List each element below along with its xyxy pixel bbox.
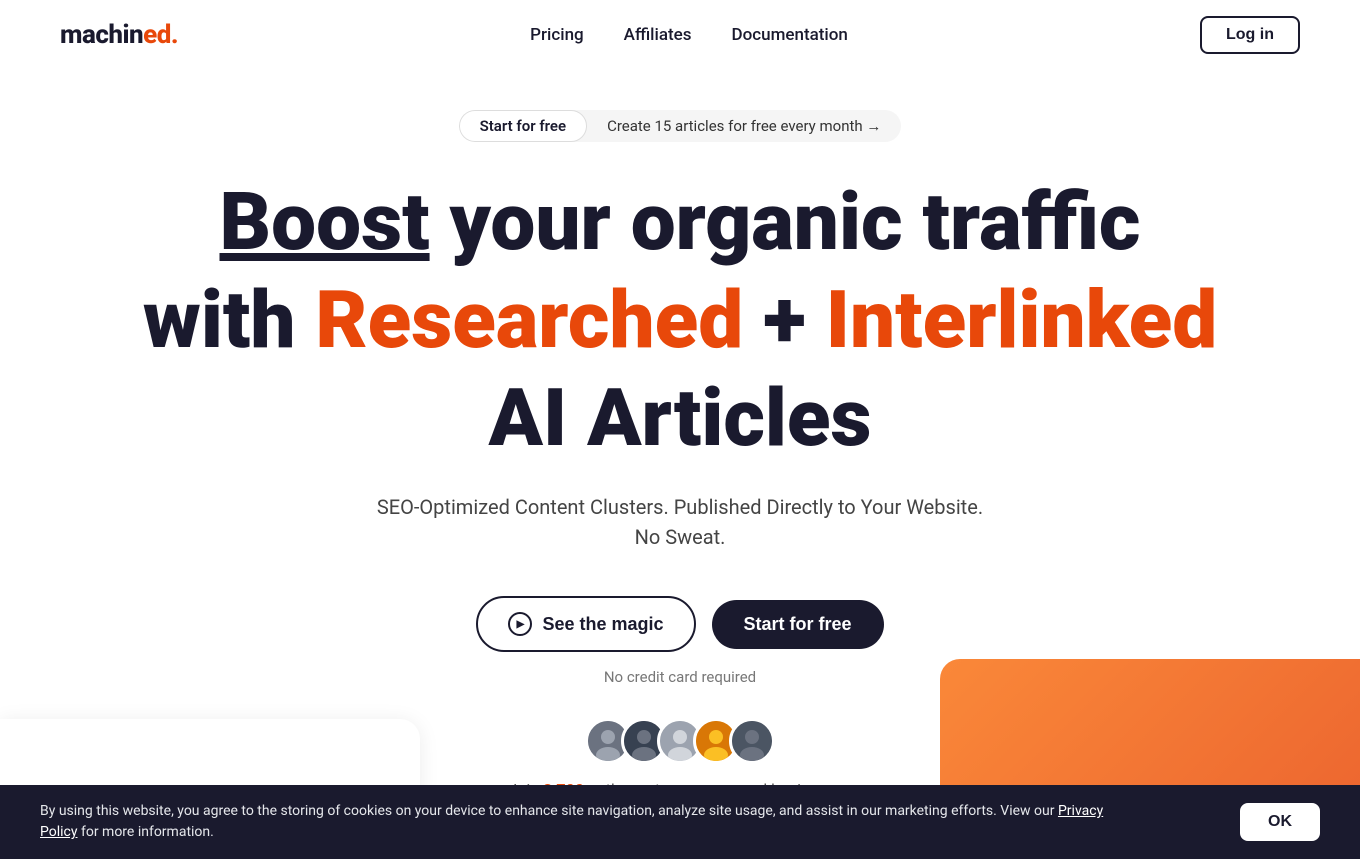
play-icon: ▶ [508,612,532,636]
start-free-button[interactable]: Start for free [712,600,884,649]
cookie-suffix: for more information. [78,824,214,840]
logo-dot: ed. [143,20,178,50]
heading-plus: + [743,273,826,367]
avatar-group [585,718,775,764]
top-banner: Start for free Create 15 articles for fr… [459,110,902,142]
cookie-message: By using this website, you agree to the … [40,803,1058,819]
heading-interlinked: Interlinked [826,273,1217,367]
hero-heading-line3: AI Articles [488,374,871,462]
hero-subtext: SEO-Optimized Content Clusters. Publishe… [370,492,990,552]
avatar-5 [729,718,775,764]
heading-boost: Boost [220,175,430,269]
navbar: machined. Pricing Affiliates Documentati… [0,0,1360,70]
cookie-banner: By using this website, you agree to the … [0,785,1360,859]
logo[interactable]: machined. [60,20,178,50]
cookie-text: By using this website, you agree to the … [40,801,1140,843]
banner-start-label: Start for free [459,110,587,142]
hero-heading-line2: with Researched + Interlinked [143,276,1218,364]
see-magic-label: See the magic [542,614,663,635]
nav-links: Pricing Affiliates Documentation [530,25,848,45]
nav-documentation[interactable]: Documentation [732,25,848,45]
cta-buttons: ▶ See the magic Start for free [476,596,883,652]
nav-affiliates[interactable]: Affiliates [624,25,692,45]
heading-with: with [143,273,316,367]
cookie-ok-button[interactable]: OK [1240,803,1320,841]
see-magic-button[interactable]: ▶ See the magic [476,596,695,652]
heading-researched: Researched [315,273,743,367]
no-credit-text: No credit card required [604,668,756,686]
nav-pricing[interactable]: Pricing [530,25,584,45]
heading-your-organic-traffic: your organic traffic [450,175,1141,269]
hero-heading-line1: Boost your organic traffic [220,178,1141,266]
login-button[interactable]: Log in [1200,16,1300,54]
banner-promo-text: Create 15 articles for free every month … [587,111,901,141]
